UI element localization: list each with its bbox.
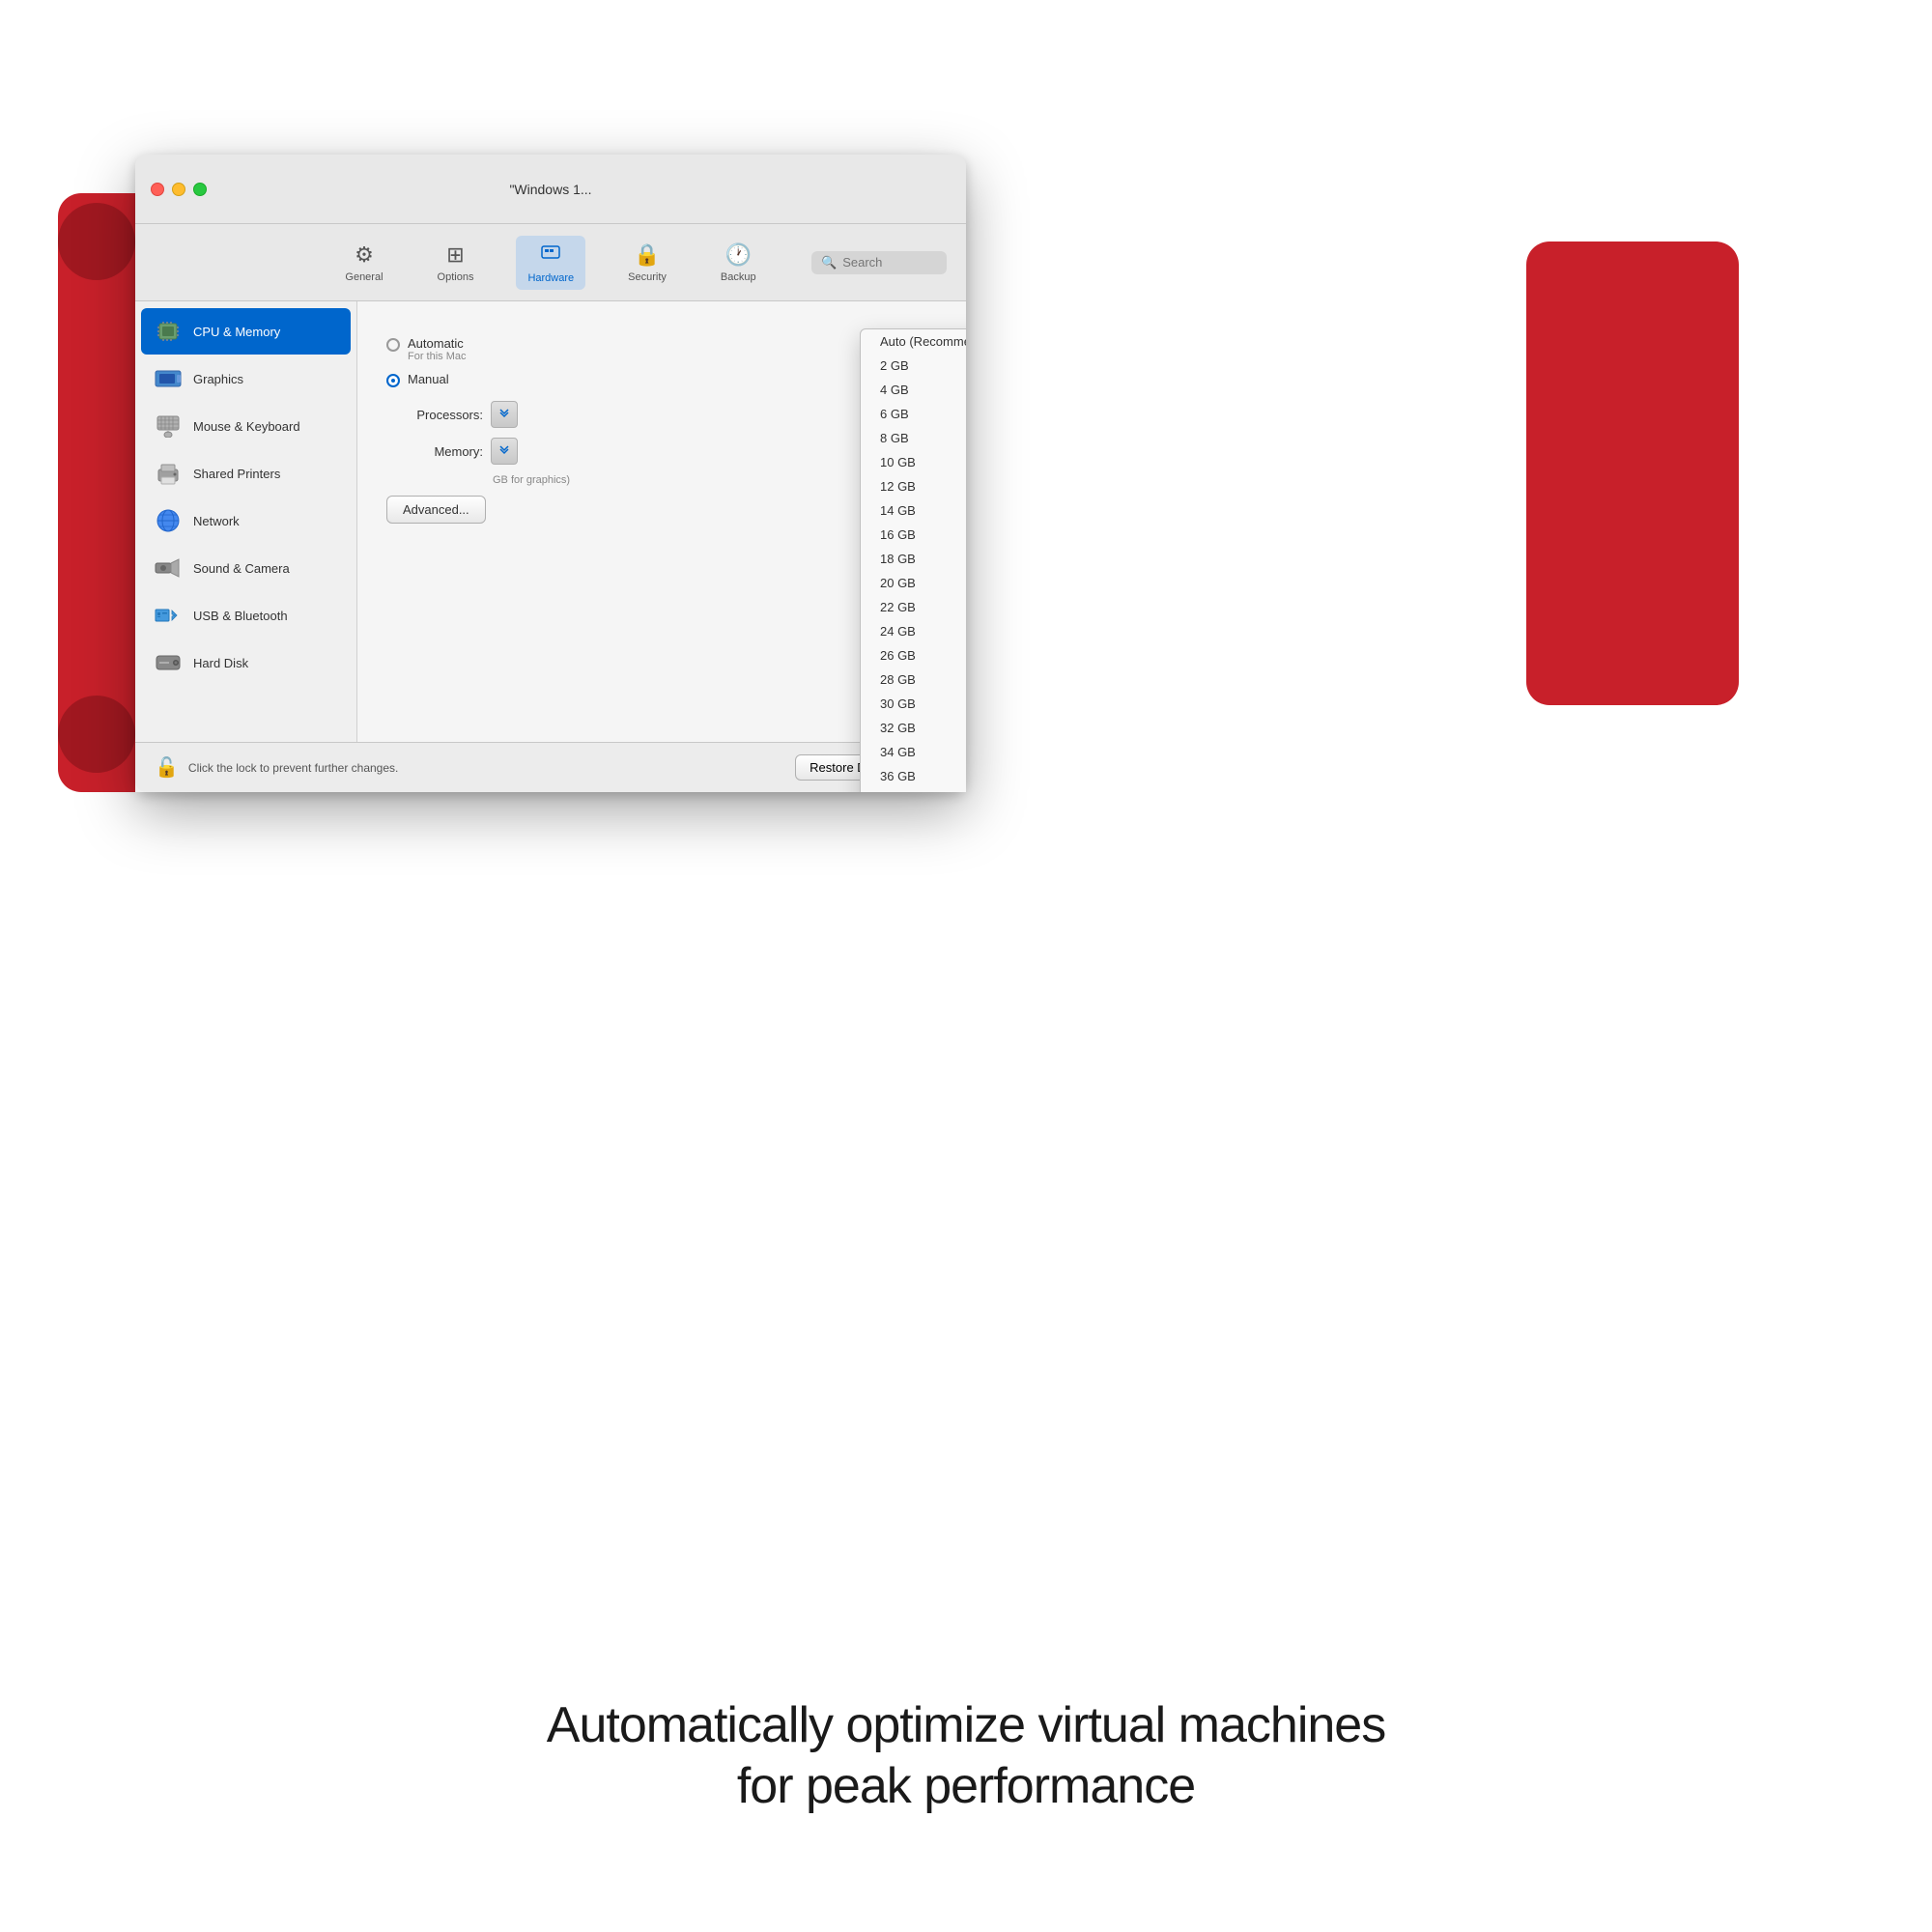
dropdown-item[interactable]: 34 GB bbox=[861, 740, 966, 764]
graphics-icon bbox=[153, 363, 184, 394]
toolbar-hardware-label: Hardware bbox=[527, 272, 574, 284]
sidebar-item-disk[interactable]: Hard Disk bbox=[141, 639, 351, 686]
manual-label: Manual bbox=[408, 372, 449, 386]
network-icon bbox=[153, 505, 184, 536]
toolbar-backup-label: Backup bbox=[721, 271, 756, 283]
sidebar-item-usb[interactable]: USB & Bluetooth bbox=[141, 592, 351, 639]
window-title: "Windows 1... bbox=[151, 182, 951, 197]
close-button[interactable] bbox=[151, 183, 164, 196]
sidebar-item-cpu[interactable]: CPU & Memory bbox=[141, 308, 351, 355]
hard-disk-icon bbox=[153, 647, 184, 678]
memory-dropdown[interactable]: Auto (Recommended)2 GB4 GB6 GB8 GB10 GB1… bbox=[860, 328, 966, 792]
maximize-button[interactable] bbox=[193, 183, 207, 196]
sidebar-item-sound[interactable]: Sound & Camera bbox=[141, 545, 351, 591]
sidebar-list: CPU & Memory Graphics bbox=[135, 301, 356, 753]
search-bar[interactable]: 🔍 bbox=[811, 251, 947, 274]
backup-icon: 🕐 bbox=[725, 242, 752, 268]
usb-bluetooth-icon bbox=[153, 600, 184, 631]
mouse-keyboard-icon bbox=[153, 411, 184, 441]
lock-icon[interactable]: 🔓 bbox=[155, 755, 179, 780]
sidebar-item-network[interactable]: Network bbox=[141, 497, 351, 544]
dropdown-item[interactable]: 14 GB bbox=[861, 498, 966, 523]
toolbar-options[interactable]: ⊞ Options bbox=[426, 237, 486, 289]
decorative-circle-tl bbox=[58, 203, 135, 280]
manual-radio[interactable] bbox=[386, 374, 400, 387]
search-icon: 🔍 bbox=[821, 255, 837, 270]
toolbar: ⚙ General ⊞ Options Hardware 🔒 Security … bbox=[135, 224, 966, 301]
tagline-line2: for peak performance bbox=[0, 1756, 1932, 1816]
cpu-icon bbox=[153, 316, 184, 347]
memory-stepper[interactable] bbox=[491, 438, 518, 465]
search-input[interactable] bbox=[842, 255, 937, 270]
general-icon: ⚙ bbox=[355, 242, 374, 268]
content-area: CPU & Memory Graphics bbox=[135, 301, 966, 792]
dropdown-item[interactable]: Auto (Recommended) bbox=[861, 329, 966, 354]
dropdown-item[interactable]: 26 GB bbox=[861, 643, 966, 668]
sidebar-item-graphics[interactable]: Graphics bbox=[141, 355, 351, 402]
toolbar-options-label: Options bbox=[438, 271, 474, 283]
options-icon: ⊞ bbox=[446, 242, 464, 268]
main-panel: Automatic For this Mac Manual Processors… bbox=[357, 301, 966, 792]
toolbar-security-label: Security bbox=[628, 271, 667, 283]
automatic-option-row: Automatic For this Mac bbox=[386, 336, 937, 362]
automatic-radio[interactable] bbox=[386, 338, 400, 352]
sidebar-network-label: Network bbox=[193, 514, 240, 528]
dropdown-item[interactable]: 30 GB bbox=[861, 692, 966, 716]
sidebar-usb-label: USB & Bluetooth bbox=[193, 609, 288, 623]
dropdown-item[interactable]: 12 GB bbox=[861, 474, 966, 498]
toolbar-backup[interactable]: 🕐 Backup bbox=[709, 237, 768, 289]
processors-label: Processors: bbox=[386, 408, 483, 422]
toolbar-hardware[interactable]: Hardware bbox=[516, 236, 585, 290]
toolbar-general-label: General bbox=[345, 271, 383, 283]
sidebar-item-printers[interactable]: Shared Printers bbox=[141, 450, 351, 497]
decorative-red-right bbox=[1526, 242, 1739, 705]
traffic-lights bbox=[151, 183, 207, 196]
automatic-label: Automatic bbox=[408, 336, 467, 351]
titlebar: "Windows 1... bbox=[135, 155, 966, 224]
tagline-line1: Automatically optimize virtual machines bbox=[0, 1695, 1932, 1755]
dropdown-item[interactable]: 38 GB bbox=[861, 788, 966, 792]
bottom-bar: 🔓 Click the lock to prevent further chan… bbox=[135, 742, 966, 792]
minimize-button[interactable] bbox=[172, 183, 185, 196]
dropdown-item[interactable]: 2 GB bbox=[861, 354, 966, 378]
automatic-sub: For this Mac bbox=[408, 351, 467, 362]
dropdown-item[interactable]: 8 GB bbox=[861, 426, 966, 450]
toolbar-general[interactable]: ⚙ General bbox=[333, 237, 394, 289]
sidebar: CPU & Memory Graphics bbox=[135, 301, 357, 792]
manual-option-row: Manual bbox=[386, 372, 937, 387]
dropdown-item[interactable]: 16 GB bbox=[861, 523, 966, 547]
memory-label: Memory: bbox=[386, 444, 483, 459]
sidebar-graphics-label: Graphics bbox=[193, 372, 243, 386]
dropdown-item[interactable]: 10 GB bbox=[861, 450, 966, 474]
printers-icon bbox=[153, 458, 184, 489]
processors-row: Processors: Memory: bbox=[386, 401, 937, 486]
dropdown-item[interactable]: 6 GB bbox=[861, 402, 966, 426]
dropdown-item[interactable]: 4 GB bbox=[861, 378, 966, 402]
settings-window: "Windows 1... ⚙ General ⊞ Options Hardwa… bbox=[135, 155, 966, 792]
sidebar-disk-label: Hard Disk bbox=[193, 656, 248, 670]
sidebar-item-mouse[interactable]: Mouse & Keyboard bbox=[141, 403, 351, 449]
dropdown-item[interactable]: 24 GB bbox=[861, 619, 966, 643]
dropdown-item[interactable]: 22 GB bbox=[861, 595, 966, 619]
lock-text: Click the lock to prevent further change… bbox=[188, 761, 785, 775]
decorative-circle-bl bbox=[58, 696, 135, 773]
dropdown-item[interactable]: 36 GB bbox=[861, 764, 966, 788]
processors-stepper[interactable] bbox=[491, 401, 518, 428]
sidebar-mouse-label: Mouse & Keyboard bbox=[193, 419, 300, 434]
sidebar-cpu-label: CPU & Memory bbox=[193, 325, 280, 339]
toolbar-security[interactable]: 🔒 Security bbox=[616, 237, 678, 289]
hardware-icon bbox=[540, 242, 561, 269]
dropdown-item[interactable]: 20 GB bbox=[861, 571, 966, 595]
tagline: Automatically optimize virtual machines … bbox=[0, 1695, 1932, 1816]
dropdown-item[interactable]: 32 GB bbox=[861, 716, 966, 740]
advanced-button[interactable]: Advanced... bbox=[386, 496, 486, 524]
sidebar-printers-label: Shared Printers bbox=[193, 467, 280, 481]
dropdown-item[interactable]: 18 GB bbox=[861, 547, 966, 571]
sidebar-sound-label: Sound & Camera bbox=[193, 561, 290, 576]
sound-camera-icon bbox=[153, 553, 184, 583]
dropdown-item[interactable]: 28 GB bbox=[861, 668, 966, 692]
security-icon: 🔒 bbox=[634, 242, 660, 268]
